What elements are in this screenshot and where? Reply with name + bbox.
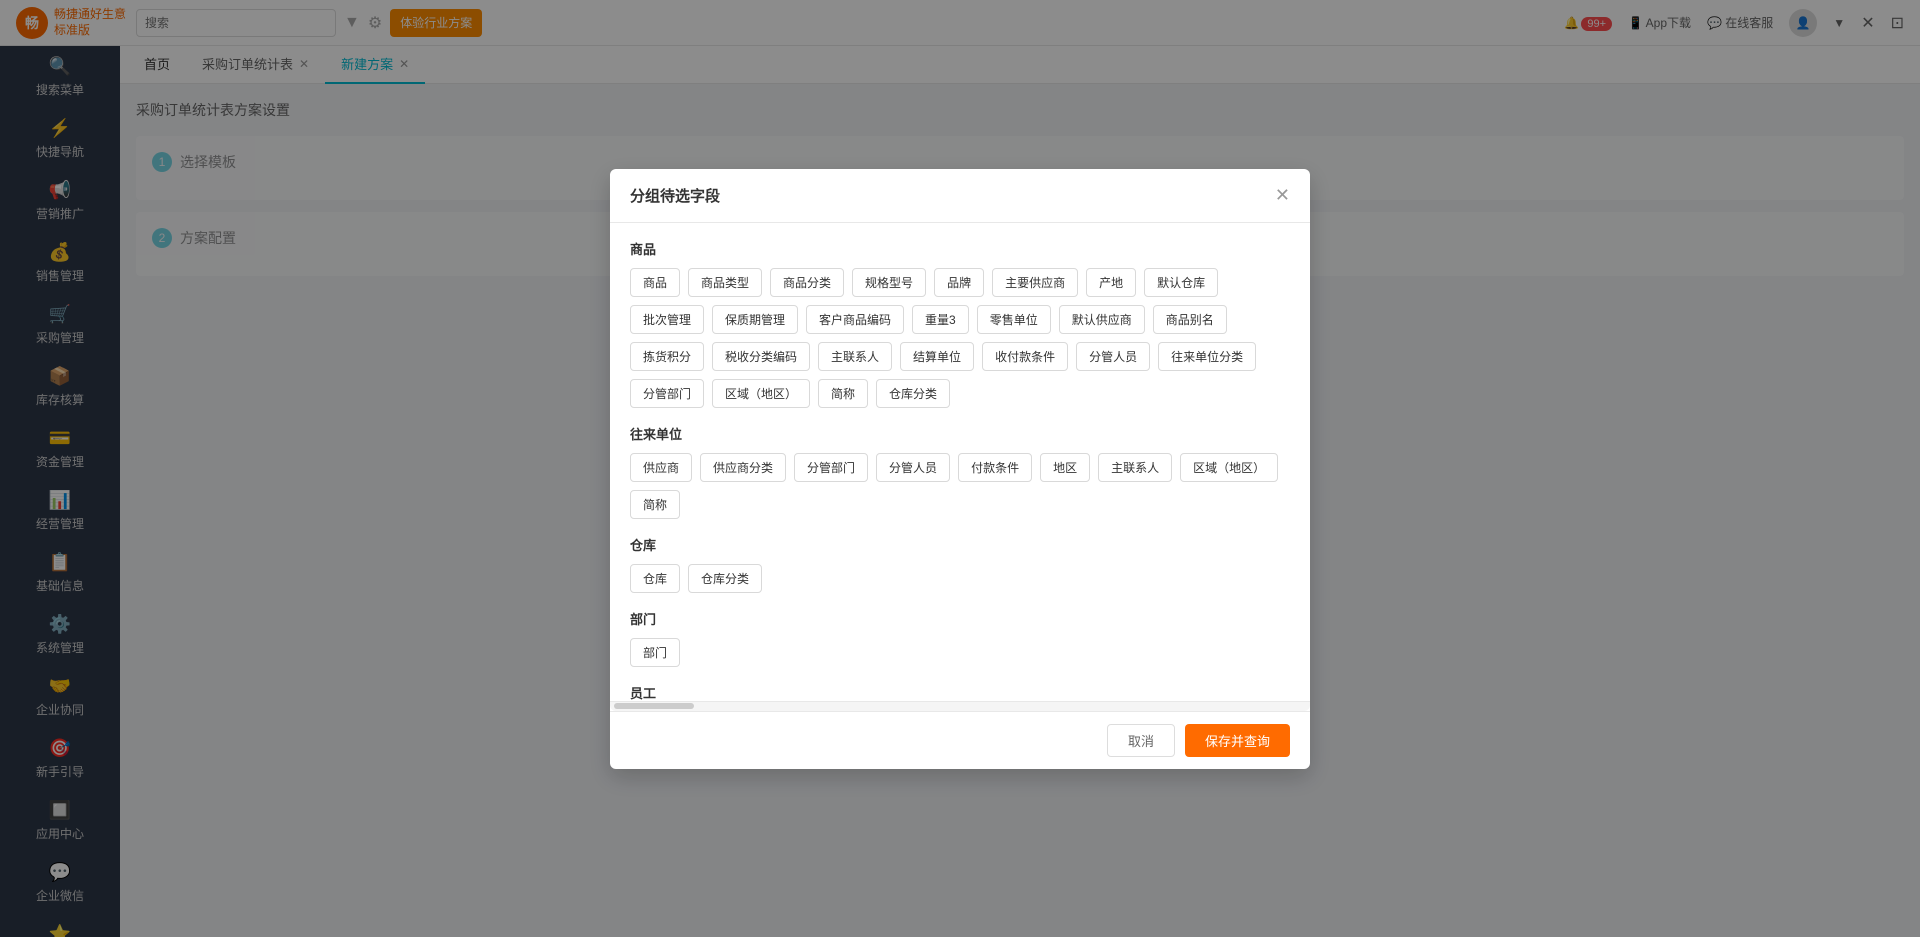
field-tag-0-10[interactable]: 客户商品编码 [806, 305, 904, 334]
confirm-button[interactable]: 保存并查询 [1185, 724, 1290, 757]
field-tag-1-6[interactable]: 主联系人 [1098, 453, 1172, 482]
field-tag-0-0[interactable]: 商品 [630, 268, 680, 297]
modal-close-btn[interactable]: ✕ [1275, 185, 1290, 206]
field-tag-0-15[interactable]: 拣货积分 [630, 342, 704, 371]
field-section-title-1: 往来单位 [630, 424, 1290, 443]
field-tag-0-3[interactable]: 规格型号 [852, 268, 926, 297]
field-tag-0-6[interactable]: 产地 [1086, 268, 1136, 297]
field-tag-0-20[interactable]: 分管人员 [1076, 342, 1150, 371]
field-section-2: 仓库仓库仓库分类 [630, 535, 1290, 593]
field-tag-1-0[interactable]: 供应商 [630, 453, 692, 482]
field-tag-0-23[interactable]: 区域（地区） [712, 379, 810, 408]
field-tag-0-21[interactable]: 往来单位分类 [1158, 342, 1256, 371]
field-tag-1-5[interactable]: 地区 [1040, 453, 1090, 482]
field-section-title-0: 商品 [630, 239, 1290, 258]
field-tag-0-18[interactable]: 结算单位 [900, 342, 974, 371]
field-tag-0-7[interactable]: 默认仓库 [1144, 268, 1218, 297]
field-tag-1-3[interactable]: 分管人员 [876, 453, 950, 482]
modal-body[interactable]: 商品商品商品类型商品分类规格型号品牌主要供应商产地默认仓库批次管理保质期管理客户… [610, 223, 1310, 702]
field-section-4: 员工业务员 [630, 683, 1290, 702]
field-tags-0: 商品商品类型商品分类规格型号品牌主要供应商产地默认仓库批次管理保质期管理客户商品… [630, 268, 1290, 408]
modal-title: 分组待选字段 [630, 185, 720, 206]
field-tag-0-5[interactable]: 主要供应商 [992, 268, 1078, 297]
field-tag-0-1[interactable]: 商品类型 [688, 268, 762, 297]
field-select-modal: 分组待选字段 ✕ 商品商品商品类型商品分类规格型号品牌主要供应商产地默认仓库批次… [610, 169, 1310, 769]
field-tag-1-2[interactable]: 分管部门 [794, 453, 868, 482]
field-tag-3-0[interactable]: 部门 [630, 638, 680, 667]
field-tags-2: 仓库仓库分类 [630, 564, 1290, 593]
modal-footer: 取消 保存并查询 [610, 711, 1310, 769]
field-section-title-3: 部门 [630, 609, 1290, 628]
field-section-title-2: 仓库 [630, 535, 1290, 554]
field-tag-0-12[interactable]: 零售单位 [977, 305, 1051, 334]
field-tag-0-4[interactable]: 品牌 [934, 268, 984, 297]
field-tag-2-0[interactable]: 仓库 [630, 564, 680, 593]
field-tags-1: 供应商供应商分类分管部门分管人员付款条件地区主联系人区域（地区） 简称 [630, 453, 1290, 519]
field-tag-0-22[interactable]: 分管部门 [630, 379, 704, 408]
field-tag-1-4[interactable]: 付款条件 [958, 453, 1032, 482]
field-tag-0-17[interactable]: 主联系人 [818, 342, 892, 371]
field-tag-0-25[interactable]: 仓库分类 [876, 379, 950, 408]
field-tag-1-1[interactable]: 供应商分类 [700, 453, 786, 482]
field-tag-0-14[interactable]: 商品别名 [1153, 305, 1227, 334]
field-tag-0-9[interactable]: 保质期管理 [712, 305, 798, 334]
field-tag-2-1[interactable]: 仓库分类 [688, 564, 762, 593]
field-tag-0-8[interactable]: 批次管理 [630, 305, 704, 334]
modal-header: 分组待选字段 ✕ [610, 169, 1310, 223]
field-tag-0-16[interactable]: 税收分类编码 [712, 342, 810, 371]
field-section-0: 商品商品商品类型商品分类规格型号品牌主要供应商产地默认仓库批次管理保质期管理客户… [630, 239, 1290, 408]
horizontal-scrollbar[interactable] [610, 701, 1310, 710]
field-tags-3: 部门 [630, 638, 1290, 667]
field-tag-0-13[interactable]: 默认供应商 [1059, 305, 1145, 334]
modal-overlay: 分组待选字段 ✕ 商品商品商品类型商品分类规格型号品牌主要供应商产地默认仓库批次… [0, 0, 1920, 937]
cancel-button[interactable]: 取消 [1107, 724, 1175, 757]
field-tag-0-19[interactable]: 收付款条件 [982, 342, 1068, 371]
field-tag-1-8[interactable]: 简称 [630, 490, 680, 519]
field-section-title-4: 员工 [630, 683, 1290, 702]
hscroll-thumb[interactable] [614, 703, 694, 709]
field-section-3: 部门部门 [630, 609, 1290, 667]
field-section-1: 往来单位供应商供应商分类分管部门分管人员付款条件地区主联系人区域（地区） 简称 [630, 424, 1290, 519]
field-tag-0-11[interactable]: 重量3 [912, 305, 969, 334]
field-tag-0-24[interactable]: 简称 [818, 379, 868, 408]
field-tag-0-2[interactable]: 商品分类 [770, 268, 844, 297]
field-tag-1-7[interactable]: 区域（地区） [1180, 453, 1278, 482]
